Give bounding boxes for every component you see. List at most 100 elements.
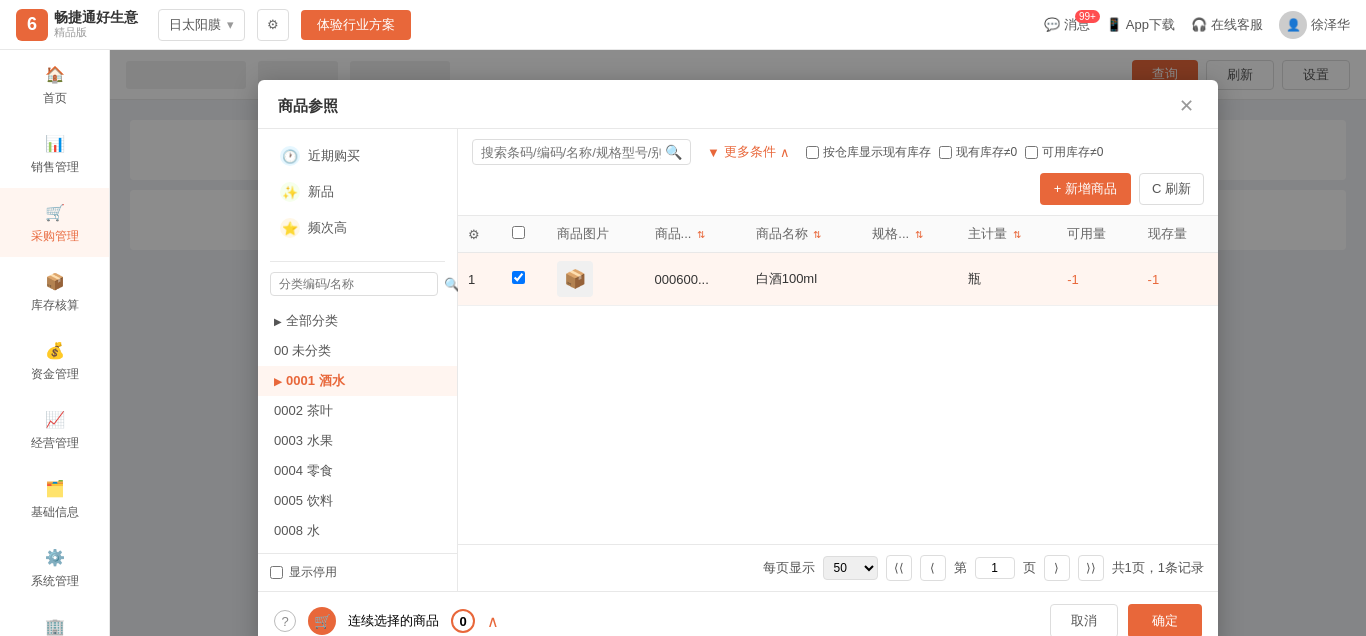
- settings-button[interactable]: ⚙: [257, 9, 289, 41]
- online-service-item[interactable]: 🎧 在线客服: [1191, 16, 1263, 34]
- sidebar-item-sales[interactable]: 📊 销售管理: [0, 119, 109, 188]
- branch-dropdown[interactable]: 日太阳膜 ▾: [158, 9, 245, 41]
- basic-icon: 🗂️: [43, 476, 67, 500]
- page-number-input[interactable]: [975, 557, 1015, 579]
- help-button[interactable]: ?: [274, 610, 296, 632]
- experience-button[interactable]: 体验行业方案: [301, 10, 411, 40]
- row-spec: [862, 253, 958, 306]
- sort-icon: ⇅: [915, 229, 923, 240]
- sidebar-item-label: 系统管理: [31, 573, 79, 590]
- disabled-checkbox-input[interactable]: [270, 566, 283, 579]
- continuous-select-label: 连续选择的商品: [348, 612, 439, 630]
- messages-item[interactable]: 💬 消息 99+: [1044, 16, 1090, 34]
- category-search-row: 🔍: [258, 266, 457, 302]
- search-icon[interactable]: 🔍: [665, 144, 682, 160]
- logo-sub: 精品版: [54, 25, 138, 40]
- table-toolbar: 🔍 ▼ 更多条件 ∧ 按仓库显示现有库存: [458, 129, 1218, 216]
- sidebar-item-finance[interactable]: 💰 资金管理: [0, 326, 109, 395]
- close-button[interactable]: ✕: [1174, 94, 1198, 118]
- message-badge: 99+: [1075, 10, 1100, 23]
- tab-frequent[interactable]: ⭐ 频次高: [270, 211, 445, 245]
- row-image: 📦: [547, 253, 645, 306]
- system-icon: ⚙️: [43, 545, 67, 569]
- confirm-button[interactable]: 确定: [1128, 604, 1202, 636]
- cat-item-0002[interactable]: 0002 茶叶: [258, 396, 457, 426]
- total-records-label: 共1页，1条记录: [1112, 559, 1204, 577]
- sidebar-item-label: 库存核算: [31, 297, 79, 314]
- cart-count-badge: 0: [451, 609, 475, 633]
- col-code[interactable]: 商品... ⇅: [645, 216, 746, 253]
- footer-actions: 取消 确定: [1050, 604, 1202, 636]
- refresh-button[interactable]: C 刷新: [1139, 173, 1204, 205]
- add-product-button[interactable]: + 新增商品: [1040, 173, 1131, 205]
- sort-icon: ⇅: [813, 229, 821, 240]
- logo-name: 畅捷通好生意: [54, 9, 138, 26]
- tab-recent[interactable]: 🕐 近期购买: [270, 139, 445, 173]
- product-search-input[interactable]: [481, 145, 661, 160]
- left-footer: 显示停用: [258, 553, 457, 591]
- sidebar-item-purchase[interactable]: 🛒 采购管理: [0, 188, 109, 257]
- select-all-checkbox[interactable]: [512, 226, 525, 239]
- col-spec[interactable]: 规格... ⇅: [862, 216, 958, 253]
- search-box: 🔍: [472, 139, 691, 165]
- sidebar-item-label: 资金管理: [31, 366, 79, 383]
- cat-item-all[interactable]: ▶ 全部分类: [258, 306, 457, 336]
- mobile-icon: 📱: [1106, 17, 1122, 32]
- cat-item-0003[interactable]: 0003 水果: [258, 426, 457, 456]
- table-row[interactable]: 1 📦 000600... 白酒100ml 瓶 -1 -1: [458, 253, 1218, 306]
- prev-page-button[interactable]: ⟨: [920, 555, 946, 581]
- show-disabled-checkbox[interactable]: 显示停用: [270, 564, 445, 581]
- cat-item-0008[interactable]: 0008 水: [258, 516, 457, 546]
- user-profile[interactable]: 👤 徐泽华: [1279, 11, 1350, 39]
- cat-item-0004[interactable]: 0004 零食: [258, 456, 457, 486]
- sidebar-item-label: 首页: [43, 90, 67, 107]
- sidebar-item-basic[interactable]: 🗂️ 基础信息: [0, 464, 109, 533]
- divider: [270, 261, 445, 262]
- cat-item-0001[interactable]: ▶ 0001 酒水: [258, 366, 457, 396]
- logo-area: 6 畅捷通好生意 精品版: [16, 9, 138, 41]
- sidebar-item-label: 经营管理: [31, 435, 79, 452]
- sidebar-item-system[interactable]: ⚙️ 系统管理: [0, 533, 109, 602]
- content-area: 查询 刷新 设置 商品参照 ✕: [110, 50, 1366, 636]
- right-panel: 🔍 ▼ 更多条件 ∧ 按仓库显示现有库存: [458, 129, 1218, 591]
- sidebar: 🏠 首页 📊 销售管理 🛒 采购管理 📦 库存核算 💰 资金管理 📈 经营管理 …: [0, 50, 110, 636]
- product-reference-modal: 商品参照 ✕ 🕐 近期购买 ✨: [258, 80, 1218, 636]
- sidebar-item-inventory[interactable]: 📦 库存核算: [0, 257, 109, 326]
- col-unit[interactable]: 主计量 ⇅: [958, 216, 1057, 253]
- chevron-down-icon: ▾: [227, 17, 234, 32]
- page-size-select[interactable]: 50 10 20 100: [823, 556, 878, 580]
- row-available: -1: [1057, 253, 1137, 306]
- cat-item-00[interactable]: 00 未分类: [258, 336, 457, 366]
- filter-available-nonzero-checkbox[interactable]: 可用库存≠0: [1025, 144, 1103, 161]
- app-download-item[interactable]: 📱 App下载: [1106, 16, 1175, 34]
- modal-title: 商品参照: [278, 97, 338, 116]
- category-search-input[interactable]: [270, 272, 438, 296]
- cart-icon: 🛒: [308, 607, 336, 635]
- filter-stock-nonzero-checkbox[interactable]: 现有库存≠0: [939, 144, 1017, 161]
- row-index: 1: [458, 253, 502, 306]
- col-image: 商品图片: [547, 216, 645, 253]
- filter-icon: ▼: [707, 145, 720, 160]
- more-filters-button[interactable]: ▼ 更多条件 ∧: [699, 139, 798, 165]
- col-settings[interactable]: ⚙: [458, 216, 502, 253]
- last-page-button[interactable]: ⟩⟩: [1078, 555, 1104, 581]
- next-page-button[interactable]: ⟩: [1044, 555, 1070, 581]
- tab-new[interactable]: ✨ 新品: [270, 175, 445, 209]
- row-checkbox[interactable]: [502, 253, 547, 306]
- cat-item-0010[interactable]: 0010 家电: [258, 546, 457, 553]
- expand-icon: ▶: [274, 316, 282, 327]
- cancel-button[interactable]: 取消: [1050, 604, 1118, 636]
- top-nav: 6 畅捷通好生意 精品版 日太阳膜 ▾ ⚙ 体验行业方案 💬 消息 99+ 📱 …: [0, 0, 1366, 50]
- toolbar-right: + 新增商品 C 刷新: [1040, 173, 1204, 205]
- filter-by-warehouse-checkbox[interactable]: 按仓库显示现有库存: [806, 144, 931, 161]
- collapse-cart-button[interactable]: ∧: [487, 612, 499, 631]
- sidebar-item-corp[interactable]: 🏢 企业协同: [0, 602, 109, 636]
- cat-item-0005[interactable]: 0005 饮料: [258, 486, 457, 516]
- modal-overlay: 商品参照 ✕ 🕐 近期购买 ✨: [110, 50, 1366, 636]
- first-page-button[interactable]: ⟨⟨: [886, 555, 912, 581]
- sidebar-item-operation[interactable]: 📈 经营管理: [0, 395, 109, 464]
- sidebar-item-home[interactable]: 🏠 首页: [0, 50, 109, 119]
- avatar: 👤: [1279, 11, 1307, 39]
- corp-icon: 🏢: [43, 614, 67, 636]
- col-name[interactable]: 商品名称 ⇅: [746, 216, 863, 253]
